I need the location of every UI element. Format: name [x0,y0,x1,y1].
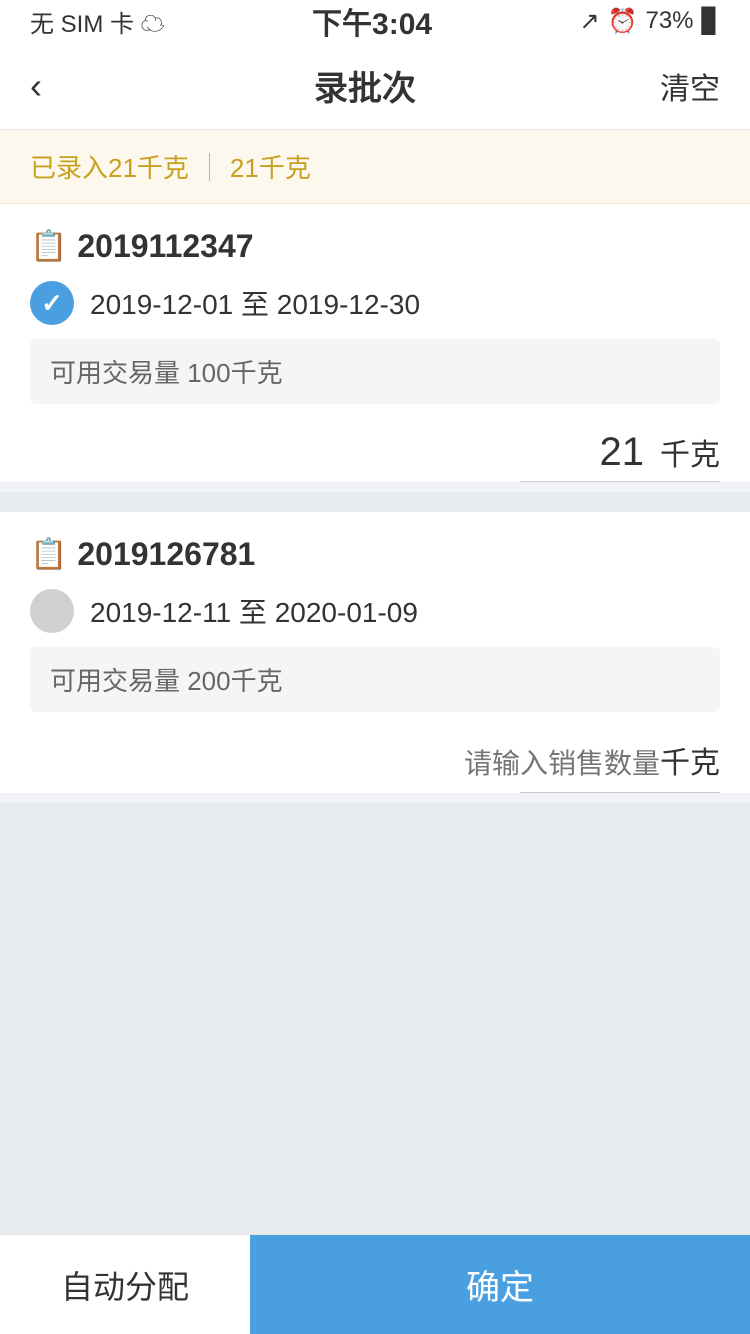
batch-2-underline [520,792,720,793]
summary-bar: 已录入21千克 21千克 [0,130,750,204]
confirm-button[interactable]: 确定 [250,1235,750,1334]
sales-quantity-input[interactable] [30,748,660,780]
batch-2-input-row[interactable]: 千克 [0,728,750,792]
alarm-icon: ⏰ [608,7,638,36]
batch-1-date: 2019-12-01 至 2019-12-30 [90,283,420,323]
sim-wifi-status: 无 SIM 卡 ☁ [30,4,165,39]
batch-1-qty-value: 21 [600,430,645,475]
batch-2-header: 📋 2019126781 [0,512,750,583]
batch-2-available: 可用交易量 200千克 [30,647,720,712]
auto-distribute-button[interactable]: 自动分配 [0,1235,250,1334]
page-title: 录批次 [314,61,416,110]
clear-button[interactable]: 清空 [640,64,720,108]
back-button[interactable]: ‹ [30,65,90,107]
battery-icon: ▊ [702,7,720,36]
batch-1-icon: 📋 [30,229,67,264]
total-amount: 21千克 [230,148,311,185]
batch-1-underline [520,481,720,482]
status-right: ↗ ⏰ 73% ▊ [579,7,720,36]
batch-2-radio[interactable] [30,589,74,633]
empty-area [0,803,750,1253]
batch-1-radio[interactable]: ✓ [30,281,74,325]
status-time: 下午3:04 [312,0,432,43]
status-left: 无 SIM 卡 ☁ [30,4,165,39]
batch-2-unit: 千克 [660,738,720,782]
batch-2-date: 2019-12-11 至 2020-01-09 [90,591,418,631]
batch-2-number: 2019126781 [77,536,255,573]
section-divider-1 [0,492,750,512]
location-icon: ↗ [579,7,599,36]
batch-1-header: 📋 2019112347 [0,204,750,275]
summary-divider [209,153,210,181]
batch-card-1: 📋 2019112347 ✓ 2019-12-01 至 2019-12-30 可… [0,204,750,482]
bottom-bar: 自动分配 确定 [0,1234,750,1334]
batch-2-icon: 📋 [30,537,67,572]
status-bar: 无 SIM 卡 ☁ 下午3:04 ↗ ⏰ 73% ▊ [0,0,750,42]
batch-1-number: 2019112347 [77,228,253,265]
checkmark-icon: ✓ [41,288,63,319]
batch-2-date-row[interactable]: 2019-12-11 至 2020-01-09 [0,583,750,639]
batch-1-date-row[interactable]: ✓ 2019-12-01 至 2019-12-30 [0,275,750,331]
nav-bar: ‹ 录批次 清空 [0,42,750,130]
batch-1-quantity-row: 21 千克 [0,420,750,481]
battery-status: 73% [645,7,693,35]
batch-1-available: 可用交易量 100千克 [30,339,720,404]
batch-1-qty-unit: 千克 [660,430,720,474]
recorded-amount: 已录入21千克 [30,148,189,185]
batch-card-2: 📋 2019126781 2019-12-11 至 2020-01-09 可用交… [0,512,750,793]
